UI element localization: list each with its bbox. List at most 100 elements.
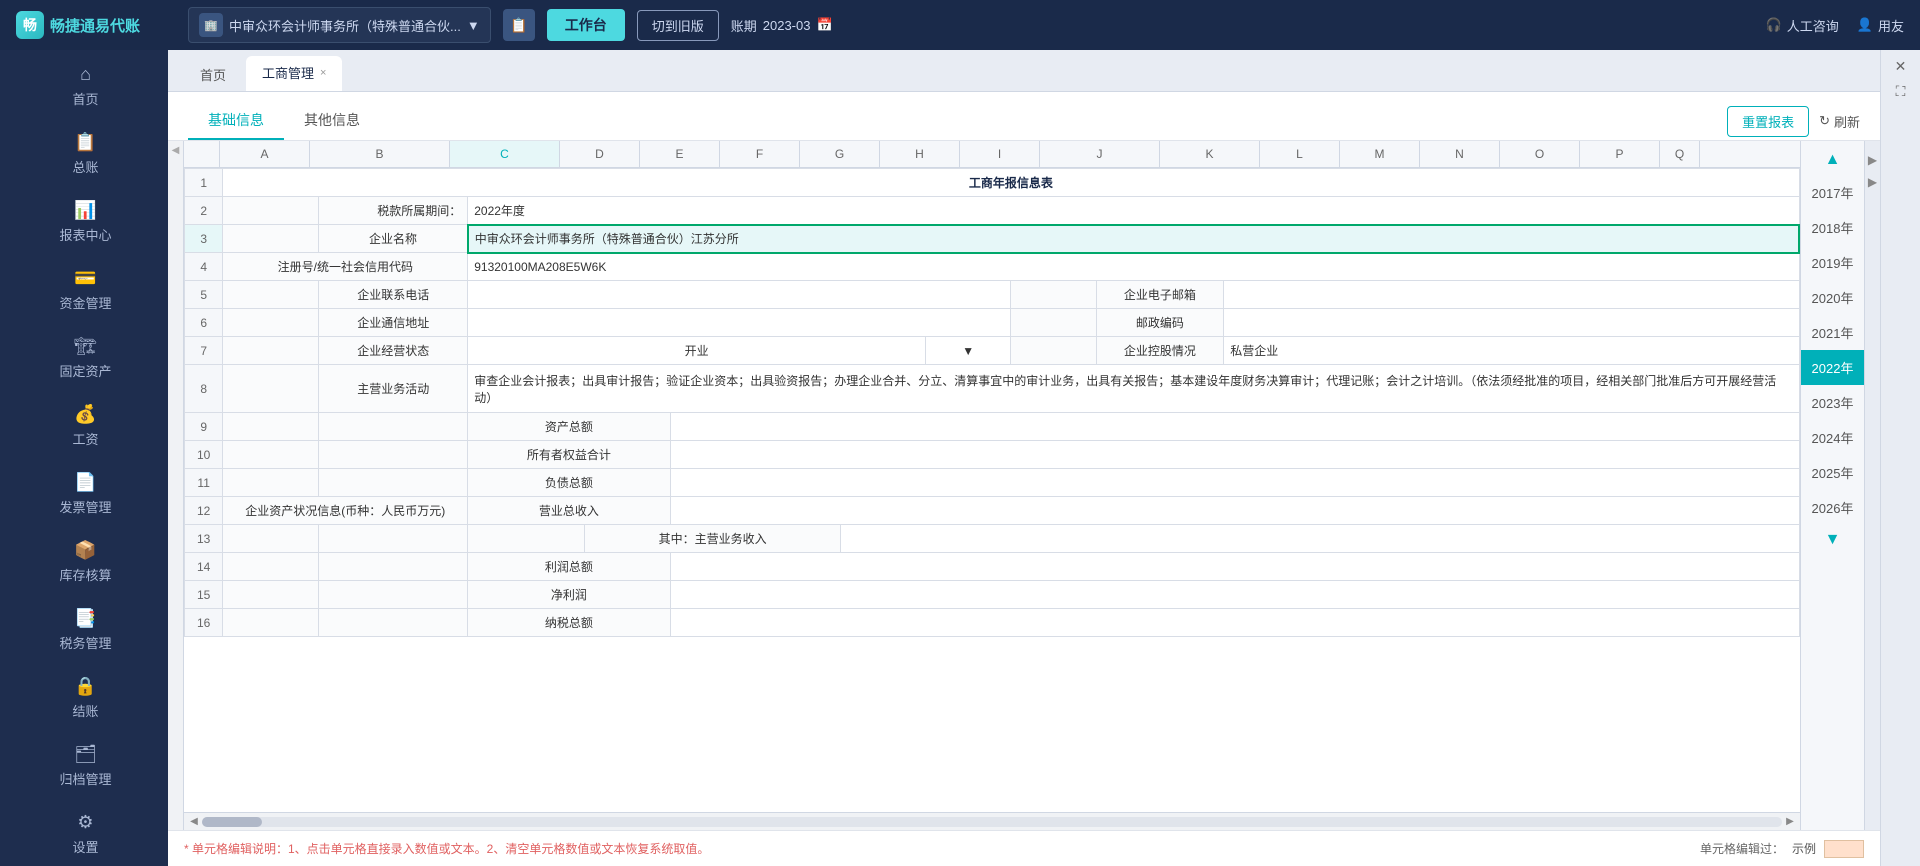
year-2021[interactable]: 2021年 [1801,315,1864,350]
company-selector[interactable]: 🏢 中审众环会计师事务所（特殊普通合伙... ▼ [188,7,491,43]
sidebar-item-salary[interactable]: 💰 工资 [0,390,168,458]
r11-a[interactable] [223,469,319,497]
r7-i[interactable] [1011,337,1096,365]
sheet-title[interactable]: 工商年报信息表 [223,169,1799,197]
r6-c[interactable] [468,309,1011,337]
close-window-icon[interactable]: ✕ [1895,58,1907,75]
year-2026[interactable]: 2026年 [1801,490,1864,525]
year-2022[interactable]: 2022年 [1801,350,1864,385]
r2-b[interactable]: 税款所属期间： [319,197,468,225]
r7-a[interactable] [223,337,319,365]
r10-a[interactable] [223,441,319,469]
scroll-thumb[interactable] [202,817,262,827]
year-2019[interactable]: 2019年 [1801,245,1864,280]
sidebar-item-tax[interactable]: 📑 税务管理 [0,594,168,662]
sidebar-item-settings[interactable]: ⚙ 设置 [0,798,168,866]
r4-ab[interactable]: 注册号/统一社会信用代码 [223,253,468,281]
workbench-button[interactable]: 工作台 [547,9,625,41]
r6-a[interactable] [223,309,319,337]
r7-j[interactable]: 企业控股情况 [1096,337,1224,365]
sheet-scroll[interactable]: 1 工商年报信息表 2 税款所属期间： 2022年度 [184,168,1800,812]
r14-b[interactable] [319,553,468,581]
sidebar-item-ledger[interactable]: 📋 总账 [0,118,168,186]
refresh-button[interactable]: ↻ 刷新 [1819,112,1860,131]
sidebar-item-invoice[interactable]: 📄 发票管理 [0,458,168,526]
r11-b[interactable] [319,469,468,497]
r16-e[interactable] [670,609,1799,637]
r5-k[interactable]: 企业电子邮箱 [1096,281,1224,309]
r3-a[interactable] [223,225,319,253]
year-down-arrow[interactable]: ▼ [1801,525,1864,555]
r14-a[interactable] [223,553,319,581]
right-collapse[interactable]: ▶ ▶ [1864,141,1880,830]
year-2017[interactable]: 2017年 [1801,175,1864,210]
r10-c[interactable]: 所有者权益合计 [468,441,670,469]
r13-g[interactable] [840,525,1799,553]
r12-e[interactable] [670,497,1799,525]
r6-j[interactable] [1011,309,1096,337]
r8-b[interactable]: 主营业务活动 [319,365,468,413]
old-version-button[interactable]: 切到旧版 [637,10,719,41]
calendar-icon[interactable]: 📅 [816,17,832,33]
tab-business[interactable]: 工商管理 × [246,56,342,91]
r9-c[interactable]: 资产总额 [468,413,670,441]
year-up-arrow[interactable]: ▲ [1801,145,1864,175]
r2-a[interactable] [223,197,319,225]
r5-l[interactable] [1224,281,1799,309]
r13-a[interactable] [223,525,319,553]
sub-tab-other[interactable]: 其他信息 [284,102,380,140]
r13-b[interactable] [319,525,468,553]
r8-a[interactable] [223,365,319,413]
scroll-right-arrow[interactable]: ▶ [1782,814,1798,830]
scroll-track[interactable] [202,817,1782,827]
r2-c[interactable]: 2022年度 [468,197,1799,225]
service-item[interactable]: 🎧 人工咨询 [1766,16,1839,35]
r7-b[interactable]: 企业经营状态 [319,337,468,365]
sub-tab-basic[interactable]: 基础信息 [188,102,284,140]
r14-c[interactable]: 利润总额 [468,553,670,581]
r7-c[interactable]: 开业 [468,337,926,365]
reset-report-button[interactable]: 重置报表 [1727,106,1809,137]
r15-b[interactable] [319,581,468,609]
sidebar-item-inventory[interactable]: 📦 库存核算 [0,526,168,594]
year-2024[interactable]: 2024年 [1801,420,1864,455]
tab-home[interactable]: 首页 [184,58,242,91]
copy-button[interactable]: 📋 [503,9,535,41]
r6-k[interactable]: 邮政编码 [1096,309,1224,337]
r10-e[interactable] [670,441,1799,469]
year-2025[interactable]: 2025年 [1801,455,1864,490]
r3-b[interactable]: 企业名称 [319,225,468,253]
r4-c[interactable]: 91320100MA208E5W6K [468,253,1799,281]
maximize-icon[interactable]: ⛶ [1896,83,1906,100]
r15-a[interactable] [223,581,319,609]
tab-close-icon[interactable]: × [320,67,326,79]
r8-c[interactable]: 审查企业会计报表；出具审计报告；验证企业资本；出具验资报告；办理企业合并、分立、… [468,365,1799,413]
user-item[interactable]: 👤 用友 [1857,16,1904,35]
r7-k[interactable]: 私营企业 [1224,337,1799,365]
sidebar-item-assets[interactable]: 🏗 固定资产 [0,322,168,390]
horizontal-scrollbar[interactable]: ◀ ▶ [184,812,1800,830]
r5-a[interactable] [223,281,319,309]
r14-e[interactable] [670,553,1799,581]
sidebar-item-close[interactable]: 🔒 结账 [0,662,168,730]
r15-c[interactable]: 净利润 [468,581,670,609]
sidebar-item-archive[interactable]: 🗂 归档管理 [0,730,168,798]
r7-h[interactable]: ▼ [926,337,1011,365]
r11-e[interactable] [670,469,1799,497]
r15-e[interactable] [670,581,1799,609]
year-2018[interactable]: 2018年 [1801,210,1864,245]
r9-b[interactable] [319,413,468,441]
year-2020[interactable]: 2020年 [1801,280,1864,315]
left-collapse[interactable]: ◀ [168,141,184,830]
year-2023[interactable]: 2023年 [1801,385,1864,420]
r9-e[interactable] [670,413,1799,441]
r13-c[interactable] [468,525,585,553]
r10-b[interactable] [319,441,468,469]
r5-b[interactable]: 企业联系电话 [319,281,468,309]
r6-l[interactable] [1224,309,1799,337]
r6-b[interactable]: 企业通信地址 [319,309,468,337]
r13-d[interactable]: 其中：主营业务收入 [585,525,841,553]
sidebar-item-report[interactable]: 📊 报表中心 [0,186,168,254]
r5-j[interactable] [1011,281,1096,309]
r12-c[interactable]: 营业总收入 [468,497,670,525]
